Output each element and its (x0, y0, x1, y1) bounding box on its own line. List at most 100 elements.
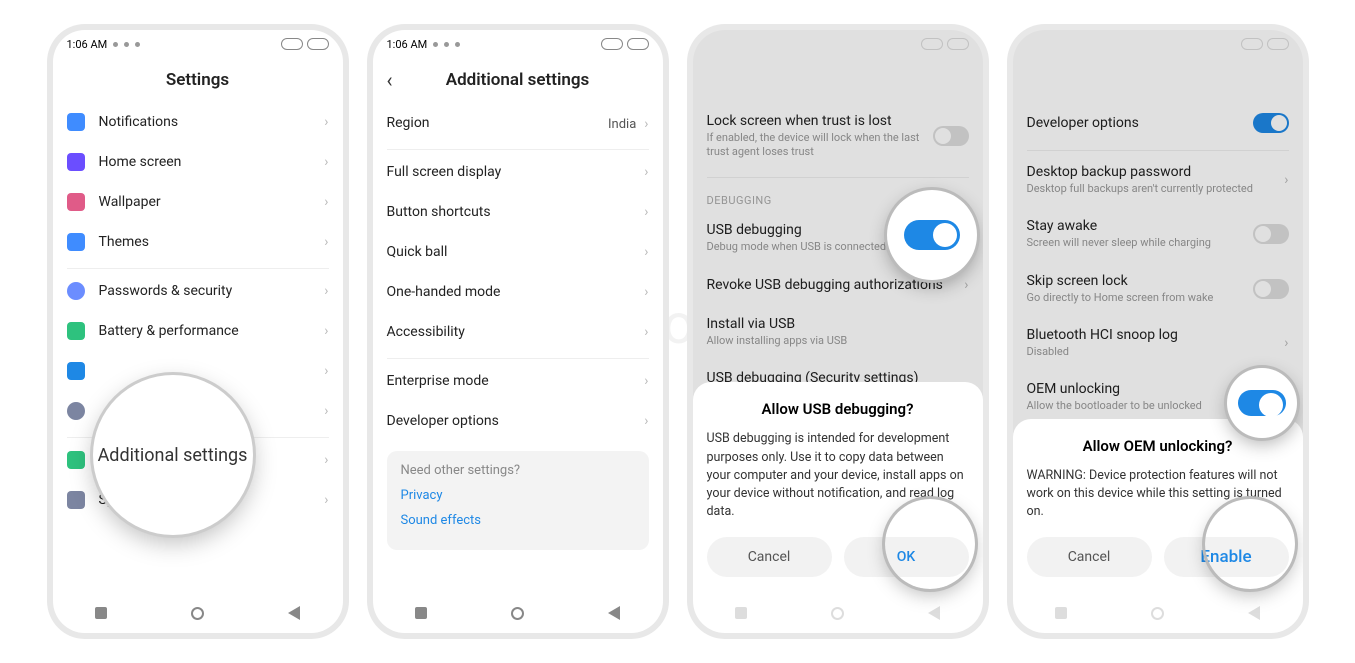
nav-home-icon[interactable] (831, 607, 844, 620)
clock: 1:06 AM (67, 38, 108, 51)
link-privacy[interactable]: Privacy (401, 488, 635, 503)
dialog-body: WARNING: Device protection features will… (1027, 467, 1289, 521)
row-accessibility[interactable]: Accessibility› (387, 312, 649, 352)
phone-additional-settings: 1:06 AM ‹ Additional settings Region Ind… (373, 30, 663, 633)
back-icon[interactable]: ‹ (387, 68, 393, 92)
chevron-right-icon: › (644, 373, 648, 389)
title-bar: Settings (53, 58, 343, 102)
phone-oem-unlocking-dialog: 1:07 AM ‹ Developer options Developer op… (1013, 30, 1303, 633)
battery-icon (601, 38, 623, 50)
toggle-developer-options[interactable] (1253, 113, 1289, 133)
magnifier-usb-toggle (887, 190, 977, 280)
chevron-right-icon: › (964, 277, 968, 293)
row-developer-options[interactable]: Developer options› (387, 401, 649, 441)
row-button-shortcuts[interactable]: Button shortcuts› (387, 192, 649, 232)
battery-icon (307, 38, 329, 50)
settings-list[interactable]: Notifications› Home screen› Wallpaper› T… (53, 102, 343, 633)
row-developer-options-master[interactable]: Developer options (1027, 102, 1289, 144)
row-themes[interactable]: Themes› (67, 222, 329, 262)
enable-button[interactable]: Enable (1164, 537, 1289, 577)
nav-back-icon[interactable] (1248, 606, 1260, 620)
nav-home-icon[interactable] (191, 607, 204, 620)
magnifier-additional-settings: Additional settings (93, 375, 253, 535)
clock: 1:06 AM (387, 38, 428, 51)
chevron-right-icon: › (324, 323, 328, 339)
battery-icon (1241, 38, 1263, 50)
row-notifications[interactable]: Notifications› (67, 102, 329, 142)
status-bar: 1:07 AM (693, 30, 983, 58)
clock: 1:07 AM (707, 38, 748, 51)
back-icon[interactable]: ‹ (707, 68, 713, 92)
battery-icon (1267, 38, 1289, 50)
toggle-oem-unlocking-on[interactable] (1238, 390, 1286, 416)
nav-recents-icon[interactable] (735, 607, 747, 619)
status-bar: 1:06 AM (373, 30, 663, 58)
row-install-via-usb[interactable]: Install via USBAllow installing apps via… (707, 305, 969, 359)
link-sound-effects[interactable]: Sound effects (401, 513, 635, 528)
phone-settings: 1:06 AM Settings Notifications› Home scr… (53, 30, 343, 633)
chevron-right-icon: › (324, 403, 328, 419)
chevron-right-icon: › (644, 284, 648, 300)
battery-icon (281, 38, 303, 50)
nav-back-icon[interactable] (928, 606, 940, 620)
toggle-stay-awake[interactable] (1253, 224, 1289, 244)
page-title: Developer options (769, 70, 907, 90)
toggle-skip-screen-lock[interactable] (1253, 279, 1289, 299)
chevron-right-icon: › (324, 492, 328, 508)
chevron-right-icon: › (324, 194, 328, 210)
region-value: India (608, 117, 636, 132)
cancel-button[interactable]: Cancel (1027, 537, 1152, 577)
chevron-right-icon: › (324, 234, 328, 250)
nav-recents-icon[interactable] (1055, 607, 1067, 619)
title-bar: ‹ Developer options (1013, 58, 1303, 102)
row-one-handed-mode[interactable]: One-handed mode› (387, 272, 649, 312)
row-lock-screen-trust[interactable]: Lock screen when trust is lostIf enabled… (707, 102, 969, 171)
row-wallpaper[interactable]: Wallpaper› (67, 182, 329, 222)
row-quick-ball[interactable]: Quick ball› (387, 232, 649, 272)
row-region[interactable]: Region India› (387, 102, 649, 143)
row-enterprise-mode[interactable]: Enterprise mode› (387, 361, 649, 401)
chevron-right-icon: › (324, 452, 328, 468)
nav-bar[interactable] (373, 593, 663, 633)
chevron-right-icon: › (324, 114, 328, 130)
chevron-right-icon: › (644, 244, 648, 260)
nav-recents-icon[interactable] (415, 607, 427, 619)
row-desktop-backup-password[interactable]: Desktop backup passwordDesktop full back… (1027, 153, 1289, 207)
title-bar: ‹ Additional settings (373, 58, 663, 102)
additional-list[interactable]: Region India› Full screen display› Butto… (373, 102, 663, 633)
chevron-right-icon: › (1284, 172, 1288, 188)
toggle-lock-trust[interactable] (933, 126, 969, 146)
need-other-settings-box: Need other settings? Privacy Sound effec… (387, 451, 649, 550)
row-full-screen-display[interactable]: Full screen display› (387, 152, 649, 192)
chevron-right-icon: › (324, 363, 328, 379)
row-battery[interactable]: Battery & performance› (67, 311, 329, 351)
ok-button[interactable]: OK (844, 537, 969, 577)
page-title: Developer options (1089, 70, 1227, 90)
toggle-usb-debugging-on[interactable] (904, 220, 960, 250)
nav-back-icon[interactable] (608, 606, 620, 620)
battery-icon (947, 38, 969, 50)
nav-back-icon[interactable] (288, 606, 300, 620)
status-bar: 1:06 AM (53, 30, 343, 58)
nav-home-icon[interactable] (511, 607, 524, 620)
battery-icon (627, 38, 649, 50)
chevron-right-icon: › (324, 283, 328, 299)
back-icon[interactable]: ‹ (1027, 68, 1033, 92)
row-skip-screen-lock[interactable]: Skip screen lockGo directly to Home scre… (1027, 262, 1289, 316)
row-passwords-security[interactable]: Passwords & security› (67, 271, 329, 311)
magnifier-oem-toggle (1227, 368, 1297, 438)
phone-usb-debugging-dialog: 1:07 AM ‹ Developer options Lock screen … (693, 30, 983, 633)
nav-recents-icon[interactable] (95, 607, 107, 619)
cancel-button[interactable]: Cancel (707, 537, 832, 577)
nav-bar[interactable] (693, 593, 983, 633)
row-bluetooth-hci-snoop[interactable]: Bluetooth HCI snoop logDisabled › (1027, 316, 1289, 370)
chevron-right-icon: › (644, 164, 648, 180)
row-stay-awake[interactable]: Stay awakeScreen will never sleep while … (1027, 207, 1289, 261)
nav-bar[interactable] (1013, 593, 1303, 633)
row-home-screen[interactable]: Home screen› (67, 142, 329, 182)
dialog-body: USB debugging is intended for developmen… (707, 430, 969, 521)
nav-home-icon[interactable] (1151, 607, 1164, 620)
status-bar: 1:07 AM (1013, 30, 1303, 58)
nav-bar[interactable] (53, 593, 343, 633)
dialog-title: Allow OEM unlocking? (1027, 437, 1289, 455)
